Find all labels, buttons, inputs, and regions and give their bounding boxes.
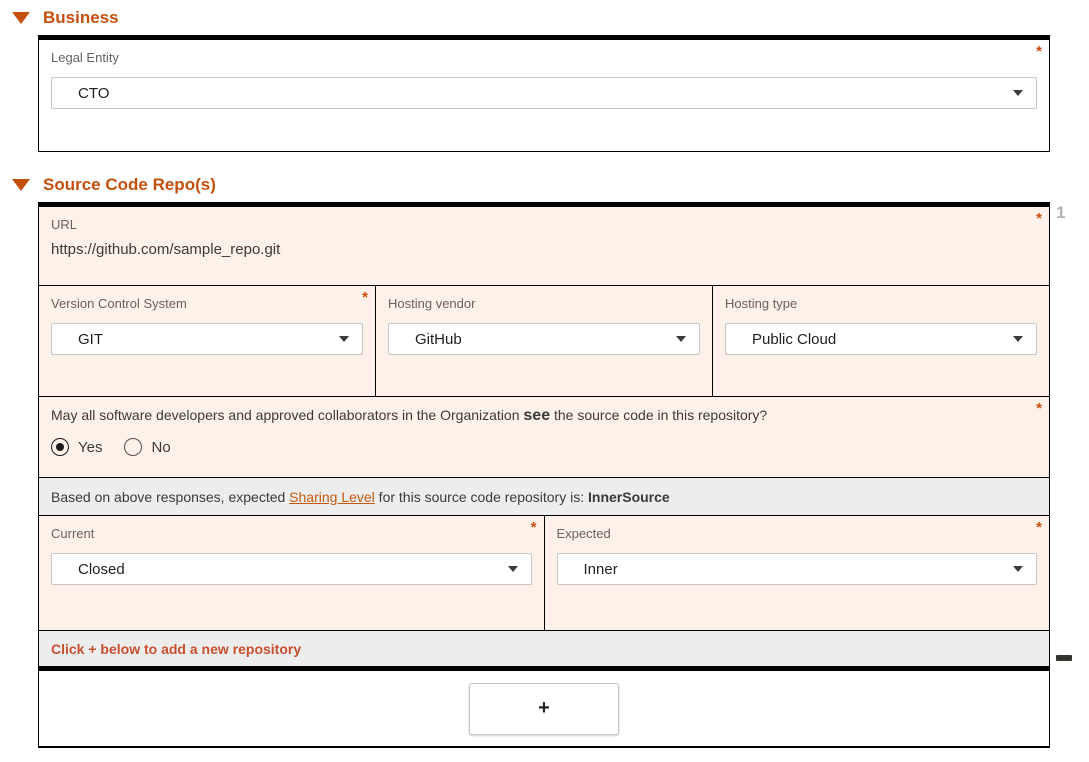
vcs-dropdown[interactable]: GIT bbox=[51, 323, 363, 355]
collapse-triangle-icon[interactable] bbox=[12, 12, 30, 24]
repos-panel: * URL https://github.com/sample_repo.git… bbox=[38, 202, 1050, 748]
visibility-question-row: * May all software developers and approv… bbox=[39, 397, 1049, 478]
add-repo-hint: Click + below to add a new repository bbox=[39, 631, 1049, 671]
required-asterisk: * bbox=[1036, 43, 1042, 60]
sharing-levels-row: * Current Closed * Expected Inner bbox=[39, 516, 1049, 631]
visibility-question-text: May all software developers and approved… bbox=[51, 407, 768, 424]
radio-no-icon[interactable] bbox=[124, 438, 143, 456]
add-repo-hint-text: Click + below to add a new repository bbox=[51, 640, 302, 657]
current-field: * Current Closed bbox=[39, 516, 544, 630]
legal-entity-value: CTO bbox=[78, 84, 110, 102]
hosting-type-field: Hosting type Public Cloud bbox=[712, 286, 1049, 396]
hosting-vendor-label: Hosting vendor bbox=[388, 296, 476, 311]
form-page: Business * Legal Entity CTO Source Code … bbox=[0, 0, 1089, 762]
legal-entity-label: Legal Entity bbox=[51, 50, 119, 65]
expected-label: Expected bbox=[556, 526, 611, 541]
sharing-level-link[interactable]: Sharing Level bbox=[289, 489, 375, 505]
radio-yes-icon[interactable] bbox=[51, 438, 69, 456]
hosting-type-label: Hosting type bbox=[725, 296, 798, 311]
current-dropdown[interactable]: Closed bbox=[51, 553, 532, 585]
sharing-level-note: Based on above responses, expected Shari… bbox=[39, 478, 1049, 516]
required-asterisk: * bbox=[362, 289, 368, 306]
hosting-vendor-field: Hosting vendor GitHub bbox=[375, 286, 712, 396]
chevron-down-icon bbox=[1013, 566, 1023, 572]
section-header-business[interactable]: Business bbox=[0, 0, 1089, 28]
question-emphasis: see bbox=[523, 407, 551, 424]
radio-option-yes[interactable]: Yes bbox=[51, 438, 102, 456]
required-asterisk: * bbox=[1036, 210, 1042, 227]
add-repo-footer: + bbox=[39, 671, 1049, 746]
minus-icon bbox=[1056, 655, 1072, 661]
hosting-vendor-value: GitHub bbox=[415, 330, 462, 348]
chevron-down-icon bbox=[339, 336, 349, 342]
required-asterisk: * bbox=[1036, 519, 1042, 536]
vcs-value: GIT bbox=[78, 330, 103, 348]
chevron-down-icon bbox=[676, 336, 686, 342]
chevron-down-icon bbox=[507, 566, 518, 572]
repo-count-badge: 1 bbox=[1056, 203, 1066, 222]
section-title-repos: Source Code Repo(s) bbox=[43, 175, 216, 194]
chevron-down-icon bbox=[1013, 90, 1023, 96]
business-panel: * Legal Entity CTO bbox=[38, 35, 1050, 152]
vcs-field: * Version Control System GIT bbox=[39, 286, 375, 396]
legal-entity-dropdown[interactable]: CTO bbox=[51, 77, 1037, 109]
current-value: Closed bbox=[78, 560, 125, 578]
chevron-down-icon bbox=[1013, 336, 1023, 342]
remove-repo-button[interactable] bbox=[1056, 652, 1072, 664]
url-value[interactable]: https://github.com/sample_repo.git bbox=[51, 241, 1037, 258]
sharing-level-value: InnerSource bbox=[588, 488, 670, 505]
vcs-label: Version Control System bbox=[51, 296, 187, 311]
repo-attributes-row: * Version Control System GIT Hosting ven… bbox=[39, 286, 1049, 397]
expected-field: * Expected Inner bbox=[543, 516, 1050, 630]
current-label: Current bbox=[51, 526, 95, 541]
radio-option-no[interactable]: No bbox=[124, 438, 171, 456]
required-asterisk: * bbox=[1036, 400, 1042, 417]
expected-dropdown[interactable]: Inner bbox=[556, 553, 1037, 585]
expected-value: Inner bbox=[583, 560, 618, 578]
url-row: * URL https://github.com/sample_repo.git bbox=[39, 207, 1049, 286]
section-title-business: Business bbox=[43, 8, 119, 27]
section-header-repos[interactable]: Source Code Repo(s) bbox=[0, 175, 1089, 195]
collapse-triangle-icon[interactable] bbox=[12, 179, 30, 191]
hosting-type-value: Public Cloud bbox=[752, 330, 837, 348]
required-asterisk: * bbox=[530, 519, 537, 536]
radio-no-label: No bbox=[151, 438, 171, 456]
sharing-note-text: Based on above responses, expected Shari… bbox=[51, 488, 670, 505]
url-label: URL bbox=[51, 217, 78, 232]
hosting-vendor-dropdown[interactable]: GitHub bbox=[388, 323, 700, 355]
visibility-radio-group: Yes No bbox=[51, 438, 1037, 456]
hosting-type-dropdown[interactable]: Public Cloud bbox=[725, 323, 1037, 355]
add-repo-button[interactable]: + bbox=[469, 682, 619, 735]
radio-yes-label: Yes bbox=[78, 438, 103, 456]
